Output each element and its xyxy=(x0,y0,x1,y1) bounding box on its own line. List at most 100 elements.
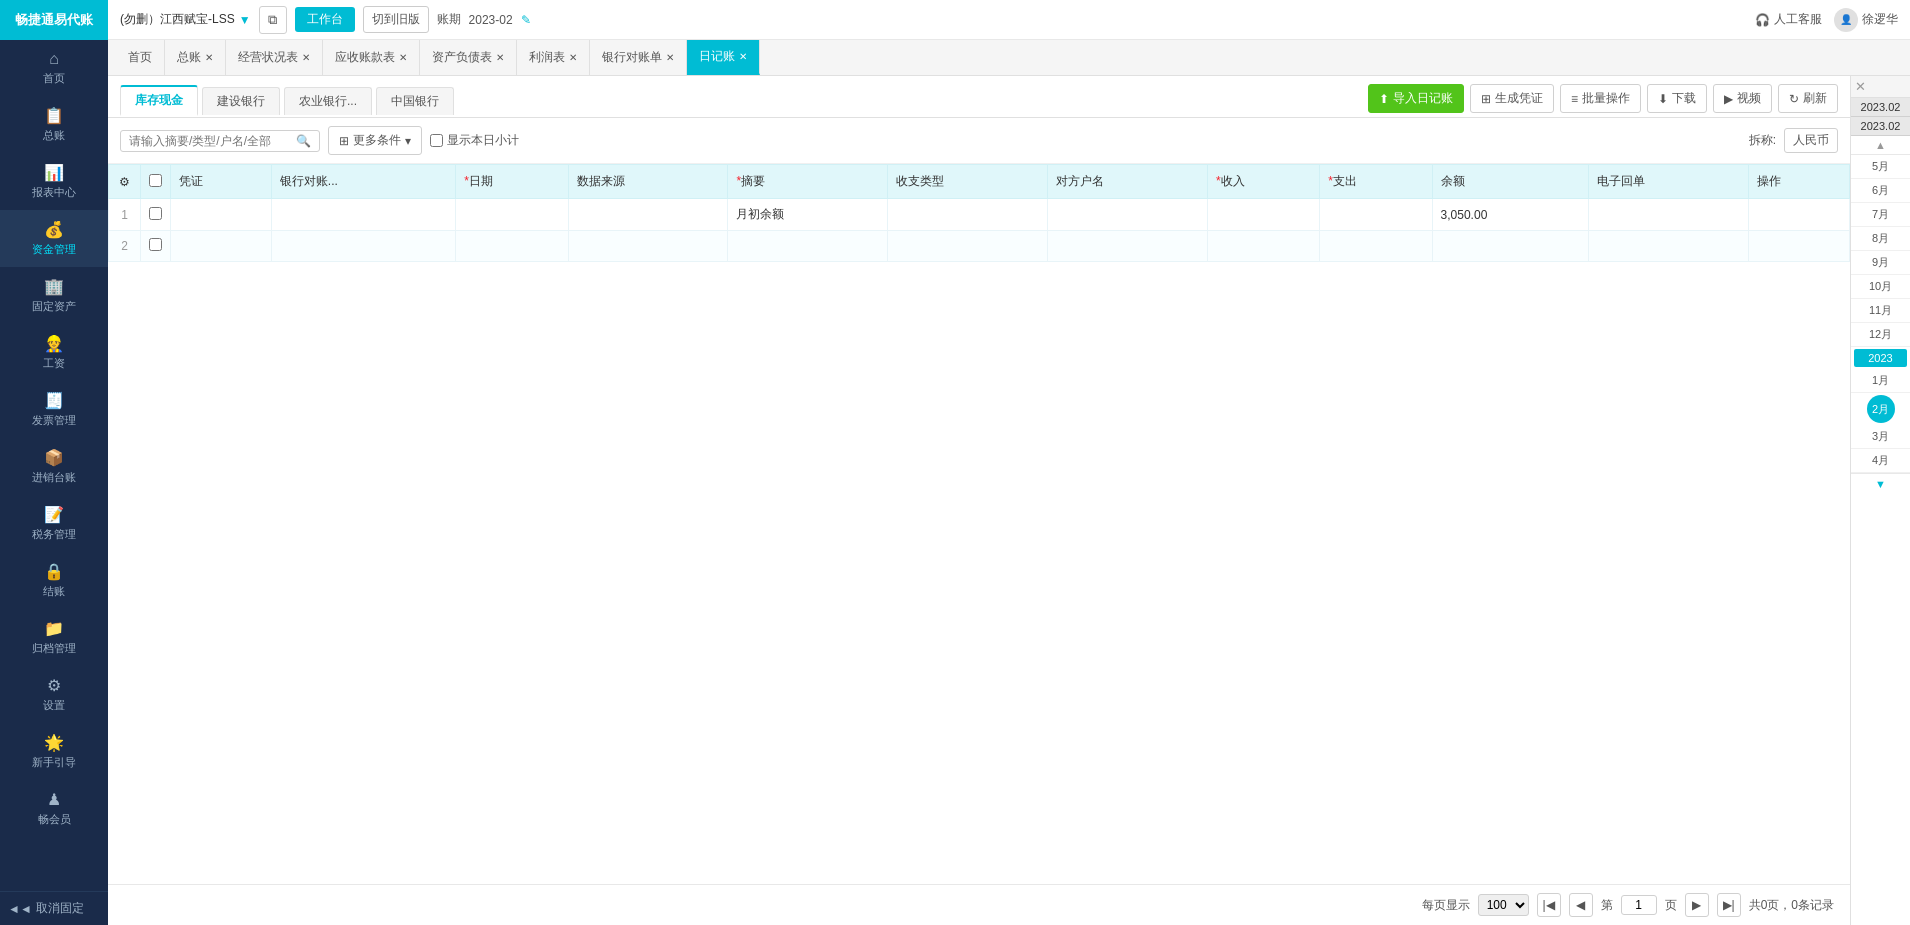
month-2[interactable]: 2月 xyxy=(1867,395,1895,423)
bank-tab-agriculture[interactable]: 农业银行... xyxy=(284,87,372,115)
sidebar-item-settings[interactable]: ⚙ 设置 xyxy=(0,666,108,723)
sidebar-item-member[interactable]: ♟ 畅会员 xyxy=(0,780,108,837)
tab-bank-statement[interactable]: 银行对账单 ✕ xyxy=(590,40,687,75)
total-info: 共0页，0条记录 xyxy=(1749,897,1834,914)
tab-close-icon[interactable]: ✕ xyxy=(666,52,674,63)
download-button[interactable]: ⬇ 下载 xyxy=(1647,84,1707,113)
close-period-icon: 🔒 xyxy=(44,562,64,581)
bank-tab-china[interactable]: 中国银行 xyxy=(376,87,454,115)
row-data-source xyxy=(568,199,728,231)
batch-op-button[interactable]: ≡ 批量操作 xyxy=(1560,84,1641,113)
purchase-sale-icon: 📦 xyxy=(44,448,64,467)
tab-ledger[interactable]: 总账 ✕ xyxy=(165,40,226,75)
tab-close-icon[interactable]: ✕ xyxy=(399,52,407,63)
tab-biz-status[interactable]: 经营状况表 ✕ xyxy=(226,40,323,75)
scroll-up-arrow[interactable]: ▲ xyxy=(1851,136,1910,155)
bank-tab-cash[interactable]: 库存现金 xyxy=(120,85,198,116)
generate-voucher-icon: ⊞ xyxy=(1481,92,1491,106)
period-info: 账期 2023-02 ✎ xyxy=(437,11,531,28)
month-9[interactable]: 9月 xyxy=(1851,251,1910,275)
month-1[interactable]: 1月 xyxy=(1851,369,1910,393)
month-3[interactable]: 3月 xyxy=(1851,425,1910,449)
month-12[interactable]: 12月 xyxy=(1851,323,1910,347)
tab-close-icon[interactable]: ✕ xyxy=(205,52,213,63)
summary-header: *摘要 xyxy=(728,165,888,199)
copy-icon[interactable]: ⧉ xyxy=(259,6,287,34)
month-7[interactable]: 7月 xyxy=(1851,203,1910,227)
month-11[interactable]: 11月 xyxy=(1851,299,1910,323)
currency-badge[interactable]: 人民币 xyxy=(1784,128,1838,153)
search-filter-row: 🔍 ⊞ 更多条件 ▾ 显示本日小计 拆称: 人民币 xyxy=(108,118,1850,164)
more-filter-button[interactable]: ⊞ 更多条件 ▾ xyxy=(328,126,422,155)
sidebar-item-guide[interactable]: 🌟 新手引导 xyxy=(0,723,108,780)
company-name: (勿删）江西赋宝-LSS xyxy=(120,11,235,28)
month-10[interactable]: 10月 xyxy=(1851,275,1910,299)
tab-close-icon[interactable]: ✕ xyxy=(302,52,310,63)
row-income xyxy=(1207,231,1319,262)
sidebar-item-label: 畅会员 xyxy=(38,812,71,827)
tax-icon: 📝 xyxy=(44,505,64,524)
sidebar-item-ledger[interactable]: 📋 总账 xyxy=(0,96,108,153)
video-button[interactable]: ▶ 视频 xyxy=(1713,84,1772,113)
page-number-input[interactable] xyxy=(1621,895,1657,915)
refresh-button[interactable]: ↻ 刷新 xyxy=(1778,84,1838,113)
first-page-button[interactable]: |◀ xyxy=(1537,893,1561,917)
checkbox-col-header[interactable] xyxy=(141,165,171,199)
last-page-button[interactable]: ▶| xyxy=(1717,893,1741,917)
row-checkbox[interactable] xyxy=(141,199,171,231)
sidebar-item-home[interactable]: ⌂ 首页 xyxy=(0,40,108,96)
sidebar-item-invoices[interactable]: 🧾 发票管理 xyxy=(0,381,108,438)
sidebar-item-wages[interactable]: 👷 工资 xyxy=(0,324,108,381)
tab-profit[interactable]: 利润表 ✕ xyxy=(517,40,590,75)
import-journal-button[interactable]: ⬆ 导入日记账 xyxy=(1368,84,1464,113)
prev-page-button[interactable]: ◀ xyxy=(1569,893,1593,917)
scroll-down-arrow[interactable]: ▼ xyxy=(1851,473,1910,494)
tab-receivables[interactable]: 应收账款表 ✕ xyxy=(323,40,420,75)
row-income-type xyxy=(888,199,1048,231)
tab-close-icon[interactable]: ✕ xyxy=(496,52,504,63)
search-input[interactable] xyxy=(129,134,296,148)
expense-header: *支出 xyxy=(1320,165,1432,199)
month-5[interactable]: 5月 xyxy=(1851,155,1910,179)
settings-col-header[interactable]: ⚙ xyxy=(109,165,141,199)
sidebar-item-tax[interactable]: 📝 税务管理 xyxy=(0,495,108,552)
tab-journal[interactable]: 日记账 ✕ xyxy=(687,40,760,75)
sidebar-item-purchase-sale[interactable]: 📦 进销台账 xyxy=(0,438,108,495)
batch-op-icon: ≡ xyxy=(1571,92,1578,106)
next-page-button[interactable]: ▶ xyxy=(1685,893,1709,917)
month-6[interactable]: 6月 xyxy=(1851,179,1910,203)
company-dropdown-icon[interactable]: ▼ xyxy=(239,13,251,27)
month-8[interactable]: 8月 xyxy=(1851,227,1910,251)
period-edit-icon[interactable]: ✎ xyxy=(521,13,531,27)
tab-home[interactable]: 首页 xyxy=(116,40,165,75)
tab-close-icon[interactable]: ✕ xyxy=(739,51,747,62)
sidebar-item-reports[interactable]: 📊 报表中心 xyxy=(0,153,108,210)
sidebar: 畅捷通易代账 ⌂ 首页 📋 总账 📊 报表中心 💰 资金管理 🏢 固定资产 👷 … xyxy=(0,0,108,925)
main-tabs: 首页 总账 ✕ 经营状况表 ✕ 应收账款表 ✕ 资产负债表 ✕ 利润表 ✕ 银行… xyxy=(108,40,1910,76)
sidebar-item-funds[interactable]: 💰 资金管理 xyxy=(0,210,108,267)
old-version-button[interactable]: 切到旧版 xyxy=(363,6,429,33)
generate-voucher-button[interactable]: ⊞ 生成凭证 xyxy=(1470,84,1554,113)
page-size-select[interactable]: 100 50 200 xyxy=(1478,894,1529,916)
bank-tab-construction[interactable]: 建设银行 xyxy=(202,87,280,115)
user-menu[interactable]: 👤 徐逻华 xyxy=(1834,8,1898,32)
row-date xyxy=(456,231,568,262)
customer-service-link[interactable]: 🎧 人工客服 xyxy=(1755,11,1822,28)
search-icon[interactable]: 🔍 xyxy=(296,134,311,148)
company-selector[interactable]: (勿删）江西赋宝-LSS ▼ xyxy=(120,11,251,28)
worktable-button[interactable]: 工作台 xyxy=(295,7,355,32)
search-box[interactable]: 🔍 xyxy=(120,130,320,152)
sidebar-item-label: 归档管理 xyxy=(32,641,76,656)
unpin-sidebar-button[interactable]: ◄◄ 取消固定 xyxy=(0,891,108,925)
show-daily-subtotal-checkbox[interactable]: 显示本日小计 xyxy=(430,132,519,149)
sidebar-item-assets[interactable]: 🏢 固定资产 xyxy=(0,267,108,324)
tab-close-icon[interactable]: ✕ xyxy=(569,52,577,63)
sidebar-item-close[interactable]: 🔒 结账 xyxy=(0,552,108,609)
month-4[interactable]: 4月 xyxy=(1851,449,1910,473)
row-actions xyxy=(1749,231,1850,262)
sidebar-item-archive[interactable]: 📁 归档管理 xyxy=(0,609,108,666)
row-checkbox[interactable] xyxy=(141,231,171,262)
panel-close-button[interactable]: ✕ xyxy=(1855,79,1866,94)
row-balance xyxy=(1432,231,1589,262)
tab-assets-liabilities[interactable]: 资产负债表 ✕ xyxy=(420,40,517,75)
